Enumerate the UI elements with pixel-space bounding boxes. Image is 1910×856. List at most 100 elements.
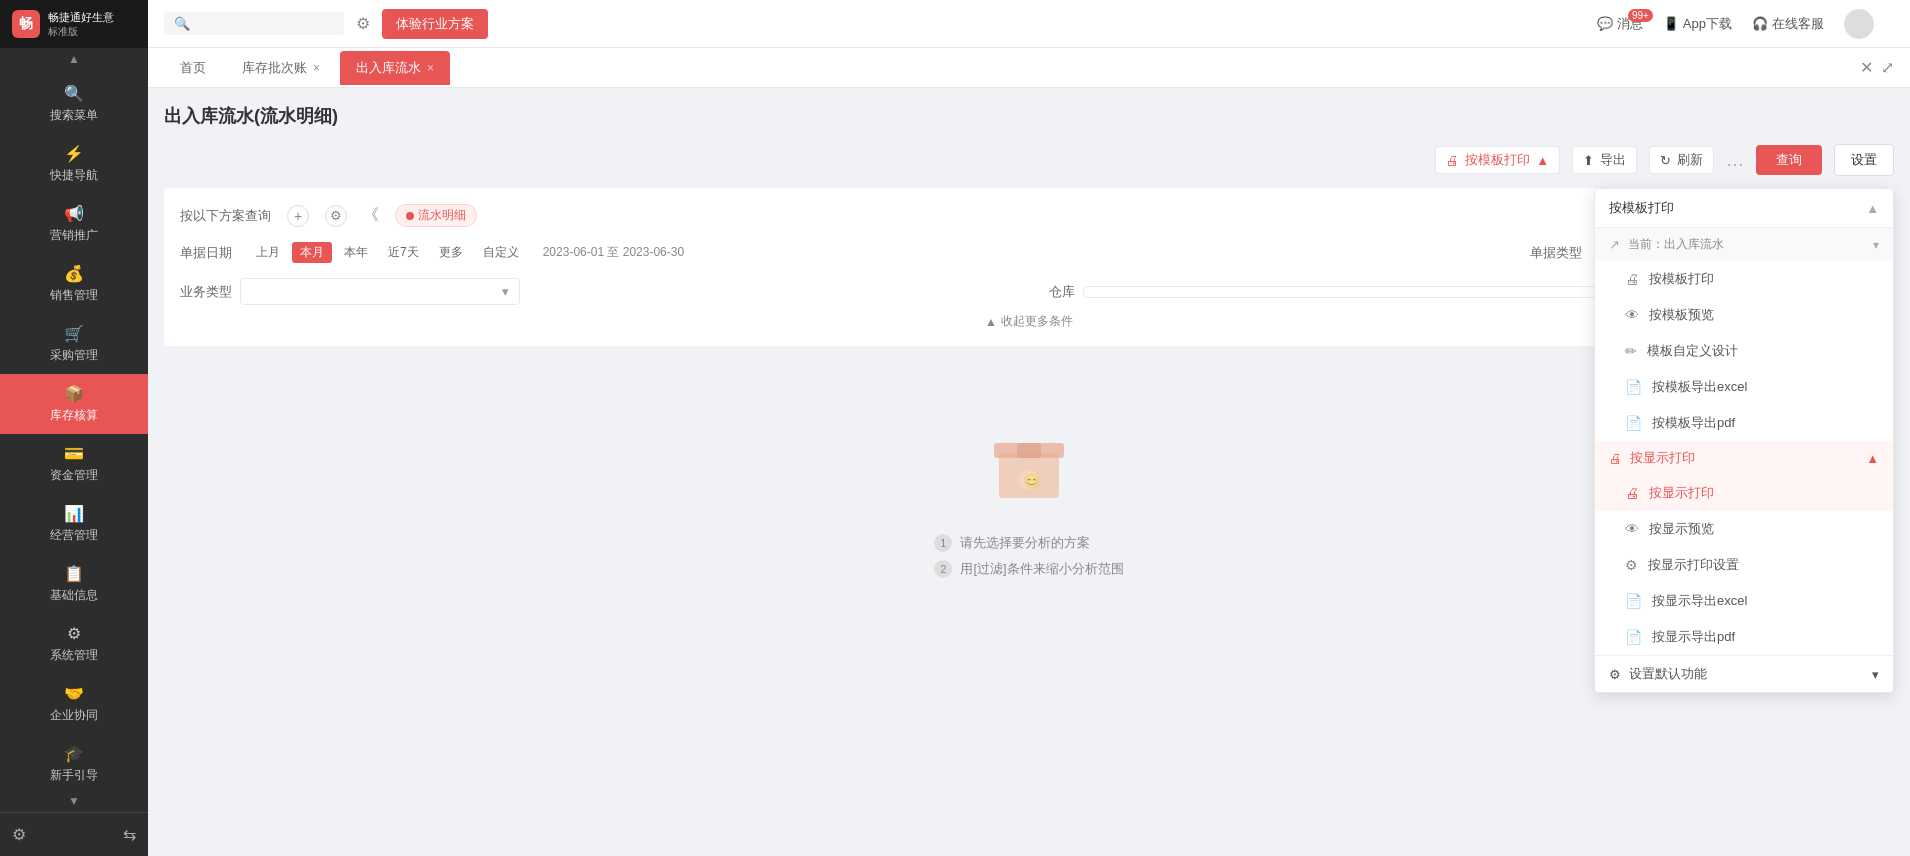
sidebar-item-label: 基础信息: [50, 587, 98, 604]
system-icon: ⚙: [67, 624, 81, 643]
query-button[interactable]: 查询: [1756, 145, 1822, 175]
tab-expand-icon[interactable]: ⤢: [1881, 58, 1894, 77]
sidebar-scroll-down[interactable]: ▼: [0, 790, 148, 812]
sidebar-item-purchase[interactable]: 🛒采购管理: [0, 314, 148, 374]
dropdown-section-item-display_export_excel[interactable]: 📄按显示导出excel: [1595, 583, 1893, 619]
sidebar-scroll-up[interactable]: ▲: [0, 48, 148, 70]
tab-home[interactable]: 首页: [164, 51, 222, 85]
sidebar-item-guide[interactable]: 🎓新手引导: [0, 734, 148, 790]
filter-tag[interactable]: 流水明细: [395, 204, 477, 227]
more-actions-icon[interactable]: …: [1726, 150, 1744, 171]
message-icon: 💬: [1597, 16, 1613, 31]
sidebar-item-finance[interactable]: 💳资金管理: [0, 434, 148, 494]
date-tab-上月[interactable]: 上月: [248, 242, 288, 263]
expand-icon[interactable]: ⇆: [123, 825, 136, 844]
sidebar-item-search[interactable]: 🔍搜索菜单: [0, 74, 148, 134]
message-badge: 99+: [1628, 9, 1653, 22]
dropdown-section-item-display_export_pdf[interactable]: 📄按显示导出pdf: [1595, 619, 1893, 655]
sidebar-item-operations[interactable]: 📊经营管理: [0, 494, 148, 554]
tab-close-batch_account[interactable]: ×: [313, 61, 320, 75]
sales-icon: 💰: [64, 264, 84, 283]
sidebar-item-enterprise[interactable]: 🤝企业协同: [0, 674, 148, 734]
dropdown-section-item-display_print_settings[interactable]: ⚙按显示打印设置: [1595, 547, 1893, 583]
online-service-action[interactable]: 🎧 在线客服: [1752, 15, 1824, 33]
tag-dot: [406, 212, 414, 220]
tab-close-flow[interactable]: ×: [427, 61, 434, 75]
date-tab-本年[interactable]: 本年: [336, 242, 376, 263]
export-button[interactable]: ⬆ 导出: [1572, 146, 1637, 174]
date-label: 单据日期: [180, 244, 232, 262]
sidebar-nav: 🔍搜索菜单⚡快捷导航📢营销推广 💰 销售管理 🛒采购管理📦库存核算💳资金管理📊经营管理…: [0, 70, 148, 790]
sidebar-item-system[interactable]: ⚙系统管理: [0, 614, 148, 674]
current-expand-icon: ▾: [1873, 238, 1879, 252]
section-icon: 🖨: [1609, 451, 1622, 466]
template_customize-icon: ✏: [1625, 343, 1637, 359]
tab-close-all-icon[interactable]: ✕: [1860, 58, 1873, 77]
tab-batch_account[interactable]: 库存批次账 ×: [226, 51, 336, 85]
avatar[interactable]: [1844, 9, 1874, 39]
svg-rect-2: [1017, 443, 1041, 458]
dropdown-section-item-display_preview[interactable]: 👁按显示预览: [1595, 511, 1893, 547]
quick_nav-icon: ⚡: [64, 144, 84, 163]
date-range: 2023-06-01 至 2023-06-30: [543, 244, 684, 261]
section-arrow-icon: ▲: [1866, 451, 1879, 466]
sidebar-item-quick_nav[interactable]: ⚡快捷导航: [0, 134, 148, 194]
print-button[interactable]: 🖨 按模板打印 ▲: [1435, 146, 1560, 174]
sidebar-item-marketing[interactable]: 📢营销推广: [0, 194, 148, 254]
date-tabs: 上月本月本年近7天更多自定义: [248, 242, 527, 263]
date-tab-本月[interactable]: 本月: [292, 242, 332, 263]
svg-text:😊: 😊: [1023, 473, 1041, 490]
sidebar-item-inventory[interactable]: 📦库存核算: [0, 374, 148, 434]
sidebar-item-label: 采购管理: [50, 347, 98, 364]
sidebar-item-basic[interactable]: 📋 基础信息: [0, 554, 148, 614]
dropdown-item-label: 按显示打印: [1649, 484, 1714, 502]
tab-flow[interactable]: 出入库流水 ×: [340, 51, 450, 85]
tab-label: 出入库流水: [356, 59, 421, 77]
sidebar-item-label: 销售管理: [50, 287, 98, 304]
current-arrow-icon: ↗: [1609, 237, 1620, 252]
collapse-up-icon: ▲: [985, 315, 997, 329]
sidebar-footer: ⚙ ⇆: [0, 812, 148, 856]
search-icon: 🔍: [64, 84, 84, 103]
filter-collapse-icon[interactable]: 《: [363, 205, 379, 226]
filter-label: 按以下方案查询: [180, 207, 271, 225]
sidebar: 畅 畅捷通好生意 标准版 ▲ 🔍搜索菜单⚡快捷导航📢营销推广💰销售管理🛒采购管理…: [0, 0, 148, 856]
refresh-button[interactable]: ↻ 刷新: [1649, 146, 1714, 174]
dropdown-section-header[interactable]: 🖨 按显示打印 ▲: [1595, 441, 1893, 475]
dropdown-item-label: 按模板导出excel: [1652, 378, 1747, 396]
dropdown-item-template_print[interactable]: 🖨按模板打印: [1595, 261, 1893, 297]
settings-icon[interactable]: ⚙: [12, 825, 26, 844]
trial-button[interactable]: 体验行业方案: [382, 9, 488, 39]
gear-icon[interactable]: ⚙: [356, 14, 370, 33]
dropdown-footer[interactable]: ⚙ 设置默认功能 ▾: [1595, 655, 1893, 692]
sidebar-item-sales[interactable]: 💰 销售管理: [0, 254, 148, 314]
dropdown-section-item-display_print[interactable]: 🖨按显示打印: [1595, 475, 1893, 511]
dropdown-item-template_customize[interactable]: ✏模板自定义设计: [1595, 333, 1893, 369]
footer-arrow-icon: ▾: [1872, 667, 1879, 682]
settings-button[interactable]: 设置: [1834, 144, 1894, 176]
date-tab-自定义[interactable]: 自定义: [475, 242, 527, 263]
display_export_pdf-icon: 📄: [1625, 629, 1642, 645]
search-bar[interactable]: 🔍: [164, 12, 344, 35]
content-area: 出入库流水(流水明细) 🖨 按模板打印 ▲ ⬆ 导出 ↻ 刷新 … 查询 设置 …: [148, 88, 1910, 856]
filter-add-button[interactable]: +: [287, 205, 309, 227]
dropdown-collapse-icon[interactable]: ▲: [1866, 201, 1879, 216]
basic-icon: 📋: [64, 564, 84, 583]
filter-settings-button[interactable]: ⚙: [325, 205, 347, 227]
message-action[interactable]: 💬 消息 99+: [1597, 15, 1643, 33]
dropdown-item-label: 按模板导出pdf: [1652, 414, 1735, 432]
app-download-action[interactable]: 📱 App下载: [1663, 15, 1732, 33]
business-type-label: 业务类型: [180, 283, 232, 301]
date-tab-更多[interactable]: 更多: [431, 242, 471, 263]
dropdown-item-label: 按模板预览: [1649, 306, 1714, 324]
top-action-area: 🖨 按模板打印 ▲ ⬆ 导出 ↻ 刷新 … 查询 设置: [164, 144, 1894, 176]
business-type-select[interactable]: ▾: [240, 278, 520, 305]
dropdown-item-template_export_excel[interactable]: 📄按模板导出excel: [1595, 369, 1893, 405]
search-input[interactable]: [196, 17, 316, 31]
date-tab-近7天[interactable]: 近7天: [380, 242, 427, 263]
dropdown-item-template_preview[interactable]: 👁按模板预览: [1595, 297, 1893, 333]
dropdown-section-items: 🖨按显示打印👁按显示预览⚙按显示打印设置📄按显示导出excel📄按显示导出pdf: [1595, 475, 1893, 655]
tab-label: 库存批次账: [242, 59, 307, 77]
dropdown-item-label: 按显示导出excel: [1652, 592, 1747, 610]
dropdown-item-template_export_pdf[interactable]: 📄按模板导出pdf: [1595, 405, 1893, 441]
